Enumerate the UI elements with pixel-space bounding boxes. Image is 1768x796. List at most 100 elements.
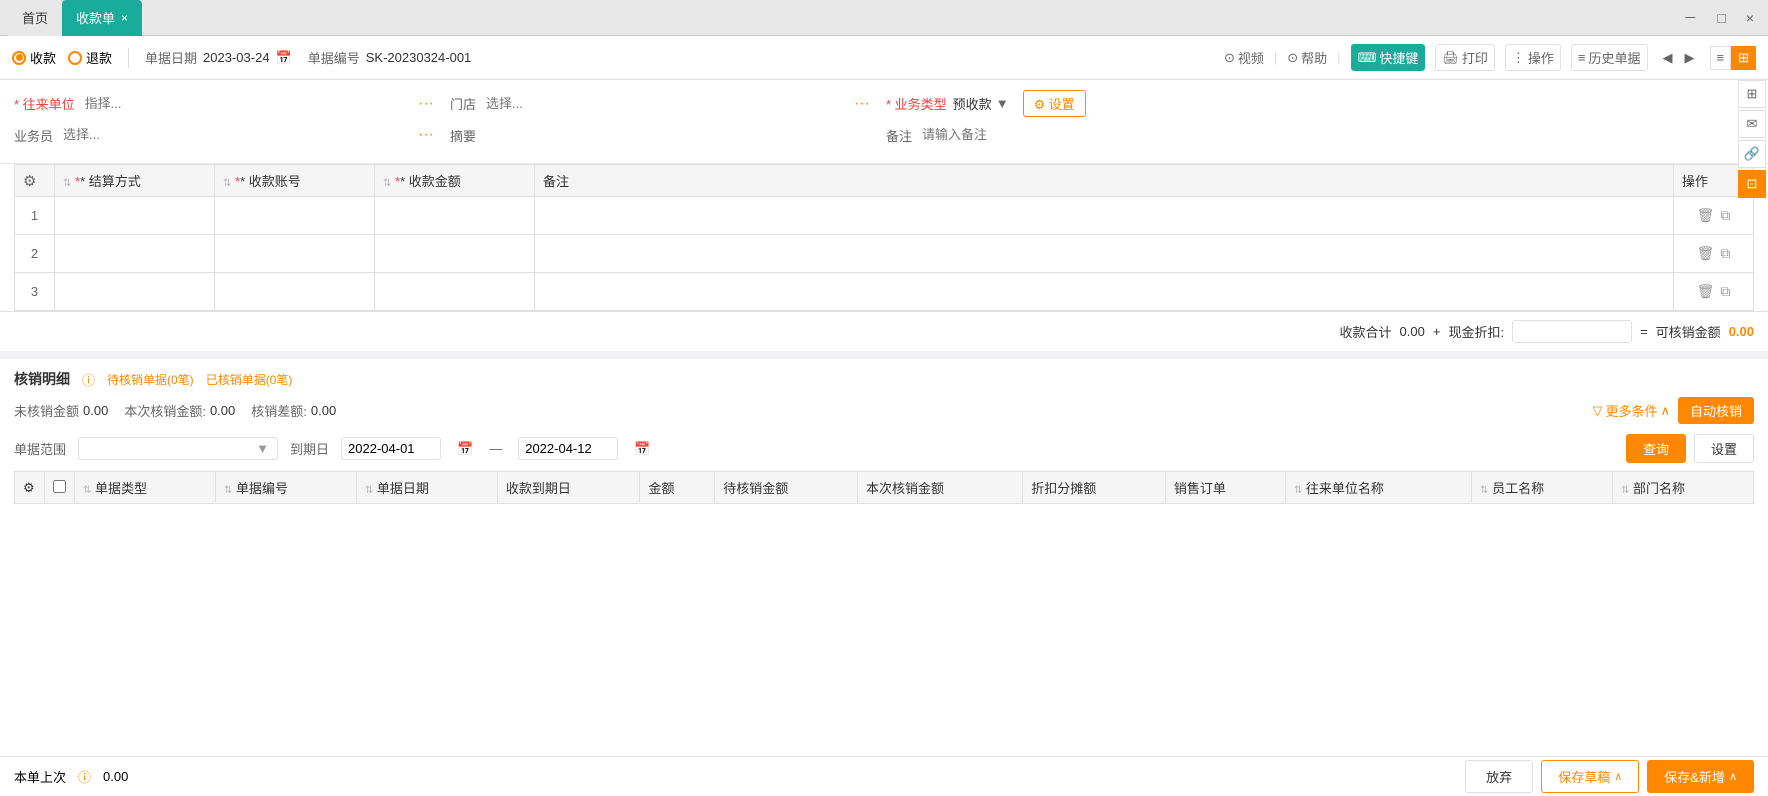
- radio-receipt[interactable]: 收款: [12, 48, 56, 67]
- row-3-copy-icon[interactable]: ⧉: [1720, 283, 1730, 300]
- th-due-date-label: 收款到期日: [506, 481, 571, 496]
- row-2-copy-icon[interactable]: ⧉: [1720, 245, 1730, 262]
- note-input[interactable]: [918, 125, 1754, 145]
- discount-input[interactable]: [1512, 320, 1632, 343]
- th-pending: 待核销金额: [715, 472, 858, 504]
- history-btn[interactable]: ≡ 历史单据: [1571, 44, 1648, 71]
- row-2-delete-icon[interactable]: 🗑: [1697, 245, 1715, 262]
- form-row-1: * 往来单位 ··· 门店 ··· * 业务类型 预收款 ▼ ⚙ 设置: [14, 90, 1754, 117]
- store-input[interactable]: [482, 94, 846, 114]
- window-controls: － □ ×: [1677, 6, 1760, 30]
- save-new-button[interactable]: 保存&新增 ∧: [1647, 760, 1754, 793]
- next-arrow[interactable]: ▶: [1680, 48, 1700, 68]
- writeoff-info-icon[interactable]: ⓘ: [82, 370, 95, 389]
- row-3-note[interactable]: [535, 273, 1674, 311]
- minimize-button[interactable]: －: [1677, 6, 1703, 30]
- row-3-amount[interactable]: [375, 273, 535, 311]
- row-2-note[interactable]: [535, 235, 1674, 273]
- panel-link-icon[interactable]: 🔗: [1738, 140, 1766, 168]
- tab-close-icon[interactable]: ×: [121, 11, 128, 25]
- query-button[interactable]: 查询: [1626, 434, 1686, 463]
- print-btn[interactable]: 🖨 打印: [1435, 44, 1495, 71]
- counterpart-label: * 往来单位: [14, 94, 75, 113]
- more-filter-btn[interactable]: ▽ 更多条件 ∧: [1592, 401, 1670, 420]
- gear-icon: ⚙: [1034, 97, 1046, 112]
- select-all-checkbox[interactable]: [53, 480, 66, 493]
- prev-info-icon[interactable]: ⓘ: [78, 767, 91, 786]
- note-label: 备注: [886, 126, 912, 145]
- calendar-from-icon[interactable]: 📅: [457, 441, 473, 457]
- counterpart-input[interactable]: [81, 94, 410, 114]
- tab-home[interactable]: 首页: [8, 0, 62, 36]
- store-more-icon[interactable]: ···: [854, 95, 870, 113]
- unverified-value: 0.00: [83, 403, 108, 418]
- panel-mail-icon[interactable]: ✉: [1738, 110, 1766, 138]
- row-1-note[interactable]: [535, 197, 1674, 235]
- writeoff-header: 核销明细 ⓘ 待核销单据(0笔) 已核销单据(0笔): [14, 369, 1754, 389]
- current-label: 本次核销金额:: [124, 401, 206, 420]
- radio-refund[interactable]: 退款: [68, 48, 112, 67]
- row-1-copy-icon[interactable]: ⧉: [1720, 207, 1730, 224]
- layout-grid-btn[interactable]: ⊞: [1731, 46, 1756, 70]
- calendar-to-icon[interactable]: 📅: [634, 441, 650, 457]
- row-3-settlement[interactable]: [55, 273, 215, 311]
- row-2-actions: 🗑 ⧉: [1674, 235, 1754, 273]
- unverified-label: 未核销金额: [14, 401, 79, 420]
- row-1-amount[interactable]: [375, 197, 535, 235]
- video-link[interactable]: ⊙ 视频: [1224, 48, 1264, 67]
- help-link[interactable]: ⊙ 帮助: [1287, 48, 1327, 67]
- row-1-account[interactable]: [215, 197, 375, 235]
- auto-writeoff-btn[interactable]: 自动核销: [1678, 397, 1754, 424]
- row-2-settlement[interactable]: [55, 235, 215, 273]
- row-3-account[interactable]: [215, 273, 375, 311]
- pending-tab[interactable]: 待核销单据(0笔): [107, 371, 194, 388]
- done-tab[interactable]: 已核销单据(0笔): [206, 371, 293, 388]
- draft-arrow-icon: ∧: [1614, 770, 1622, 783]
- filter-settings-btn[interactable]: 设置: [1694, 434, 1754, 463]
- plus-label: +: [1433, 324, 1441, 339]
- store-field: 门店 ···: [450, 94, 870, 114]
- salesperson-input[interactable]: [59, 125, 410, 145]
- table2-settings-icon[interactable]: ⚙: [23, 480, 35, 495]
- draft-button[interactable]: 保存草稿 ∧: [1541, 760, 1639, 793]
- th-sales-order-label: 销售订单: [1174, 481, 1226, 496]
- th-amount2-label: 金额: [648, 481, 674, 496]
- calendar-icon[interactable]: 📅: [276, 50, 292, 66]
- operation-btn[interactable]: ⋮ 操作: [1505, 44, 1561, 71]
- date-from-input[interactable]: [341, 437, 441, 460]
- counterpart-more-icon[interactable]: ···: [418, 95, 434, 113]
- radio-refund-circle: [68, 51, 82, 65]
- panel-crop-icon[interactable]: ⊡: [1738, 170, 1766, 198]
- prev-value: 0.00: [103, 769, 128, 784]
- row-2-amount[interactable]: [375, 235, 535, 273]
- prev-arrow[interactable]: ◀: [1658, 48, 1678, 68]
- layout-btns: ≡ ⊞: [1710, 46, 1757, 70]
- th-settlement: ⇅ ** 结算方式: [55, 165, 215, 197]
- bill-date-label: 单据日期: [145, 48, 197, 67]
- maximize-button[interactable]: □: [1711, 8, 1731, 28]
- diff-value: 0.00: [311, 403, 336, 418]
- memo-input[interactable]: [482, 125, 870, 145]
- shortcut-btn[interactable]: ⌨ 快捷键: [1351, 44, 1426, 71]
- row-1-delete-icon[interactable]: 🗑: [1697, 207, 1715, 224]
- tab-bar: 首页 收款单 × － □ ×: [0, 0, 1768, 36]
- layout-list-btn[interactable]: ≡: [1710, 46, 1732, 70]
- table-section: ⚙ ⇅ ** 结算方式 ⇅ ** 收款账号 ⇅ ** 收款金额: [0, 164, 1768, 311]
- th-note-label: 备注: [543, 174, 569, 189]
- filter-range-select[interactable]: ▼: [78, 437, 278, 460]
- row-1-settlement[interactable]: [55, 197, 215, 235]
- panel-table-icon[interactable]: ⊞: [1738, 80, 1766, 108]
- row-2-account[interactable]: [215, 235, 375, 273]
- tab-current[interactable]: 收款单 ×: [62, 0, 142, 36]
- radio-receipt-label: 收款: [30, 48, 56, 67]
- close-button[interactable]: ×: [1740, 8, 1760, 28]
- row-3-delete-icon[interactable]: 🗑: [1697, 283, 1715, 300]
- draft-label: 保存草稿: [1558, 767, 1610, 786]
- settings-button[interactable]: ⚙ 设置: [1023, 90, 1086, 117]
- date-to-input[interactable]: [518, 437, 618, 460]
- salesperson-more-icon[interactable]: ···: [418, 126, 434, 144]
- business-type-select[interactable]: 预收款 ▼: [953, 94, 1009, 113]
- radio-refund-label: 退款: [86, 48, 112, 67]
- abandon-button[interactable]: 放弃: [1465, 760, 1533, 793]
- table-settings-icon[interactable]: ⚙: [23, 173, 36, 190]
